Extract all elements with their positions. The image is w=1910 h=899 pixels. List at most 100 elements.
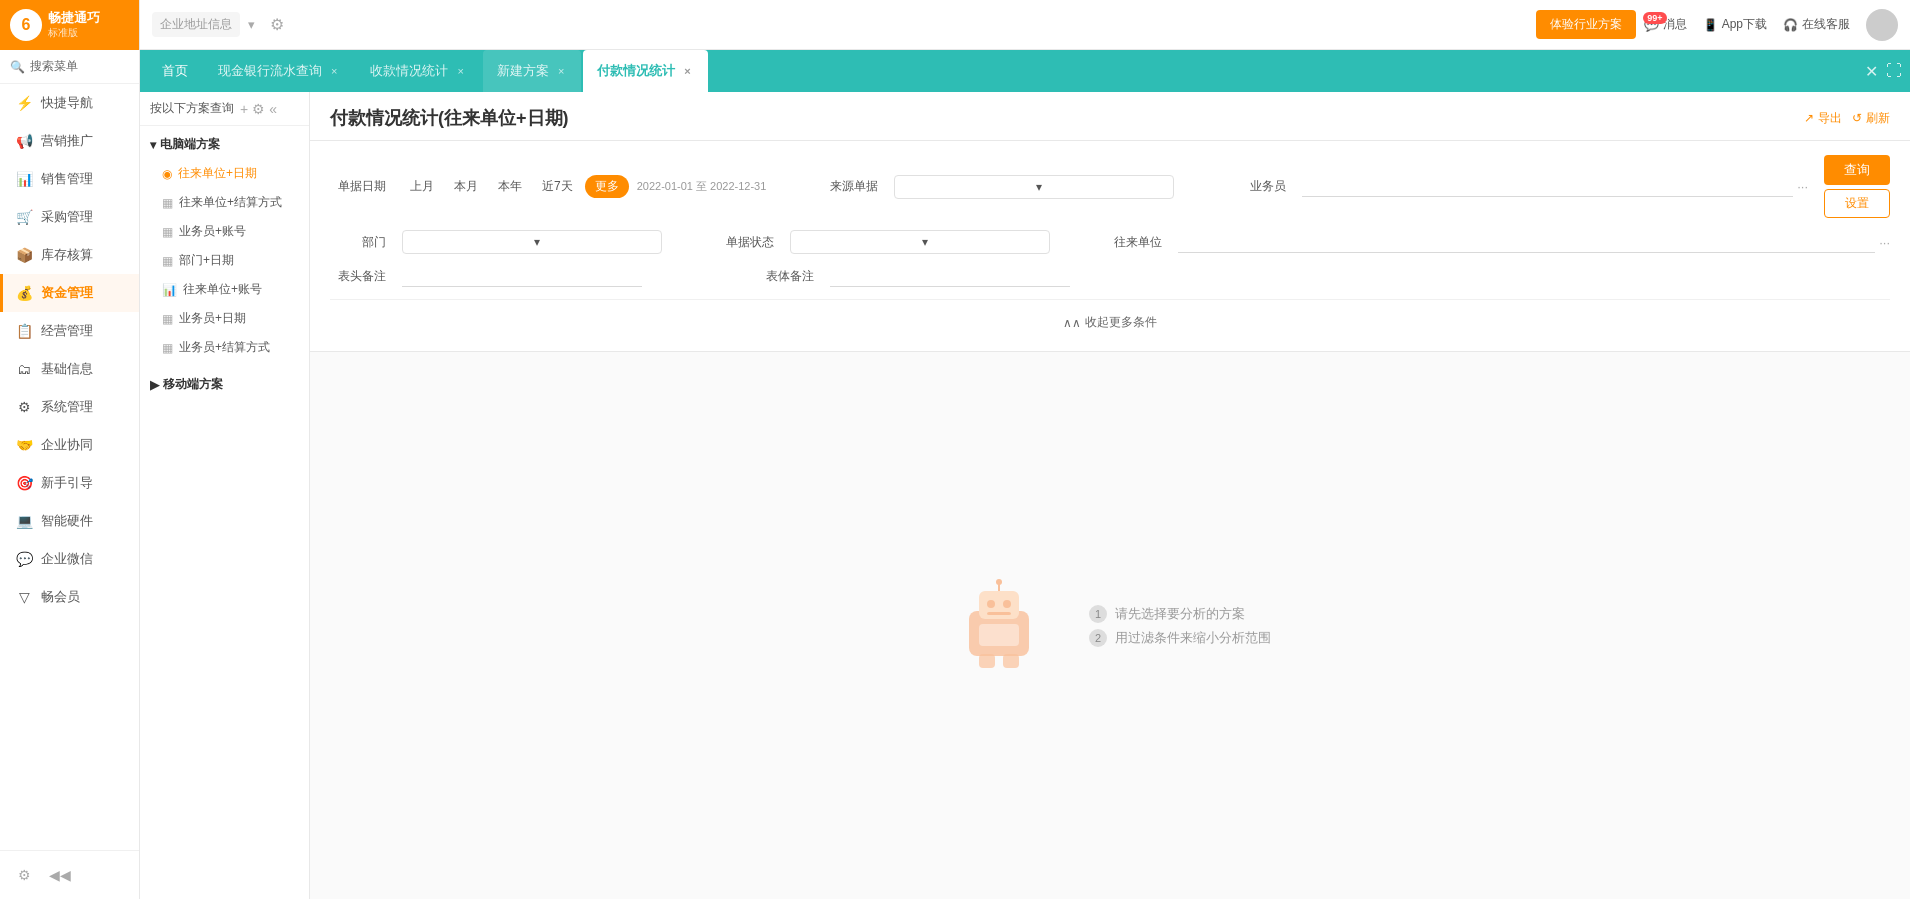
- app-download-item[interactable]: 📱 App下载: [1703, 16, 1767, 33]
- sidebar-search[interactable]: 🔍 搜索菜单: [0, 50, 139, 84]
- schema-mobile-title[interactable]: ▶ 移动端方案: [140, 370, 309, 399]
- main-area: 企业地址信息 ▾ ⚙ 体验行业方案 💬 99+ 消息 📱 App下载 🎧 在线客…: [140, 0, 1910, 899]
- page-header-actions: ↗ 导出 ↺ 刷新: [1804, 110, 1890, 127]
- sidebar-item-label: 企业协同: [41, 436, 93, 454]
- refresh-button[interactable]: ↺ 刷新: [1852, 110, 1890, 127]
- tab-receipt-stats[interactable]: 收款情况统计 ×: [356, 50, 480, 92]
- messages-item[interactable]: 💬 99+ 消息: [1644, 16, 1687, 33]
- logo-icon: 6: [10, 9, 42, 41]
- sidebar-item-sales[interactable]: 📊 销售管理: [0, 160, 139, 198]
- sidebar-item-basic[interactable]: 🗂 基础信息: [0, 350, 139, 388]
- sidebar-item-inventory[interactable]: 📦 库存核算: [0, 236, 139, 274]
- svg-rect-5: [979, 624, 1019, 646]
- sidebar-item-finance[interactable]: 💰 资金管理: [0, 274, 139, 312]
- sidebar-item-label: 采购管理: [41, 208, 93, 226]
- schema-header-icons: + ⚙ «: [240, 101, 277, 117]
- robot-svg: [949, 576, 1049, 676]
- desktop-chevron-icon: ▾: [150, 138, 156, 152]
- source-bill-select[interactable]: ▾: [894, 175, 1174, 199]
- sidebar-item-hardware[interactable]: 💻 智能硬件: [0, 502, 139, 540]
- schema-item-dept-date-label: 部门+日期: [179, 252, 234, 269]
- tab-new-plan[interactable]: 新建方案 ×: [483, 50, 581, 92]
- sidebar-item-quick-nav[interactable]: ⚡ 快捷导航: [0, 84, 139, 122]
- sidebar-settings-icon[interactable]: ⚙: [10, 861, 38, 889]
- schema-item-staff-settle[interactable]: ▦ 业务员+结算方式: [140, 333, 309, 362]
- corp-icon: 🤝: [15, 437, 33, 453]
- partner-input[interactable]: [1178, 232, 1875, 253]
- tab-new-plan-close[interactable]: ×: [555, 64, 567, 78]
- schema-item-dept-date[interactable]: ▦ 部门+日期: [140, 246, 309, 275]
- schema-item-partner-account[interactable]: 📊 往来单位+账号: [140, 275, 309, 304]
- sidebar-item-purchase[interactable]: 🛒 采购管理: [0, 198, 139, 236]
- export-button[interactable]: ↗ 导出: [1804, 110, 1842, 127]
- schema-collapse-icon[interactable]: «: [269, 101, 277, 117]
- main-panel: 付款情况统计(往来单位+日期) ↗ 导出 ↺ 刷新 单据日期: [310, 92, 1910, 899]
- filter-row-2: 部门 ▾ 单据状态 ▾ 往来单位 ···: [330, 230, 1890, 254]
- sidebar-item-member[interactable]: ▽ 畅会员: [0, 578, 139, 616]
- staff-input[interactable]: [1302, 176, 1793, 197]
- schema-item-partner-settle[interactable]: ▦ 往来单位+结算方式: [140, 188, 309, 217]
- date-btn-last-7[interactable]: 近7天: [534, 175, 581, 198]
- address-chevron-icon[interactable]: ▾: [248, 17, 255, 32]
- user-avatar[interactable]: [1866, 9, 1898, 41]
- schema-item-staff-account[interactable]: ▦ 业务员+账号: [140, 217, 309, 246]
- sidebar-item-corp[interactable]: 🤝 企业协同: [0, 426, 139, 464]
- tab-receipt-stats-close[interactable]: ×: [454, 64, 466, 78]
- settings-button[interactable]: 设置: [1824, 189, 1890, 218]
- dept-date-icon: ▦: [162, 254, 173, 268]
- tab-home[interactable]: 首页: [148, 50, 202, 92]
- staff-account-icon: ▦: [162, 225, 173, 239]
- tab-cash-flow-close[interactable]: ×: [328, 64, 340, 78]
- schema-item-partner-date[interactable]: ◉ 往来单位+日期: [140, 159, 309, 188]
- sidebar-item-guide[interactable]: 🎯 新手引导: [0, 464, 139, 502]
- body-note-input[interactable]: [830, 266, 1070, 287]
- desktop-section-label: 电脑端方案: [160, 136, 220, 153]
- date-btn-more[interactable]: 更多: [585, 175, 629, 198]
- tab-payment-stats-close[interactable]: ×: [681, 64, 693, 78]
- svg-rect-7: [1003, 654, 1019, 668]
- collapse-button[interactable]: ∧∧ 收起更多条件: [1063, 308, 1157, 337]
- query-button[interactable]: 查询: [1824, 155, 1890, 185]
- tab-fullscreen-icon[interactable]: ⛶: [1886, 62, 1902, 80]
- dept-select[interactable]: ▾: [402, 230, 662, 254]
- tab-cash-flow[interactable]: 现金银行流水查询 ×: [204, 50, 354, 92]
- empty-hints: 1 请先选择要分析的方案 2 用过滤条件来缩小分析范围: [1089, 605, 1271, 647]
- topbar-right: 💬 99+ 消息 📱 App下载 🎧 在线客服: [1644, 9, 1898, 41]
- mobile-section-label: 移动端方案: [163, 376, 223, 393]
- schema-item-partner-account-label: 往来单位+账号: [183, 281, 262, 298]
- export-label: 导出: [1818, 110, 1842, 127]
- sidebar-item-operation[interactable]: 📋 经营管理: [0, 312, 139, 350]
- topbar-gear-icon[interactable]: ⚙: [263, 11, 291, 39]
- date-range-text: 2022-01-01 至 2022-12-31: [637, 179, 767, 194]
- search-icon: 🔍: [10, 60, 25, 74]
- bill-status-select[interactable]: ▾: [790, 230, 1050, 254]
- staff-settle-icon: ▦: [162, 341, 173, 355]
- schema-add-icon[interactable]: +: [240, 101, 248, 117]
- industry-btn[interactable]: 体验行业方案: [1536, 10, 1636, 39]
- partner-account-icon: 📊: [162, 283, 177, 297]
- schema-header-text: 按以下方案查询: [150, 100, 234, 117]
- header-note-input[interactable]: [402, 266, 642, 287]
- sidebar-collapse-icon[interactable]: ◀◀: [46, 861, 74, 889]
- date-btn-this-year[interactable]: 本年: [490, 175, 530, 198]
- source-bill-chevron: ▾: [1036, 180, 1165, 194]
- address-text: 企业地址信息: [152, 12, 240, 37]
- message-badge: 99+: [1643, 12, 1666, 24]
- collapse-chevron-icon: ∧∧: [1063, 316, 1081, 330]
- empty-state-content: 1 请先选择要分析的方案 2 用过滤条件来缩小分析范围: [949, 576, 1271, 676]
- date-btn-last-month[interactable]: 上月: [402, 175, 442, 198]
- schema-item-staff-date[interactable]: ▦ 业务员+日期: [140, 304, 309, 333]
- staff-more-icon[interactable]: ···: [1797, 179, 1808, 194]
- partner-more-icon[interactable]: ···: [1879, 235, 1890, 250]
- filter-area: 单据日期 上月 本月 本年 近7天 更多 2022-01-01 至 2022-1…: [310, 141, 1910, 352]
- schema-settings-icon[interactable]: ⚙: [252, 101, 265, 117]
- date-btn-this-month[interactable]: 本月: [446, 175, 486, 198]
- sidebar-item-marketing[interactable]: 📢 营销推广: [0, 122, 139, 160]
- online-service-item[interactable]: 🎧 在线客服: [1783, 16, 1850, 33]
- tab-close-all-icon[interactable]: ✕: [1865, 62, 1878, 81]
- schema-item-staff-settle-label: 业务员+结算方式: [179, 339, 270, 356]
- tab-payment-stats[interactable]: 付款情况统计 ×: [583, 50, 707, 92]
- sidebar-item-system[interactable]: ⚙ 系统管理: [0, 388, 139, 426]
- sidebar-item-wechat[interactable]: 💬 企业微信: [0, 540, 139, 578]
- schema-desktop-title[interactable]: ▾ 电脑端方案: [140, 130, 309, 159]
